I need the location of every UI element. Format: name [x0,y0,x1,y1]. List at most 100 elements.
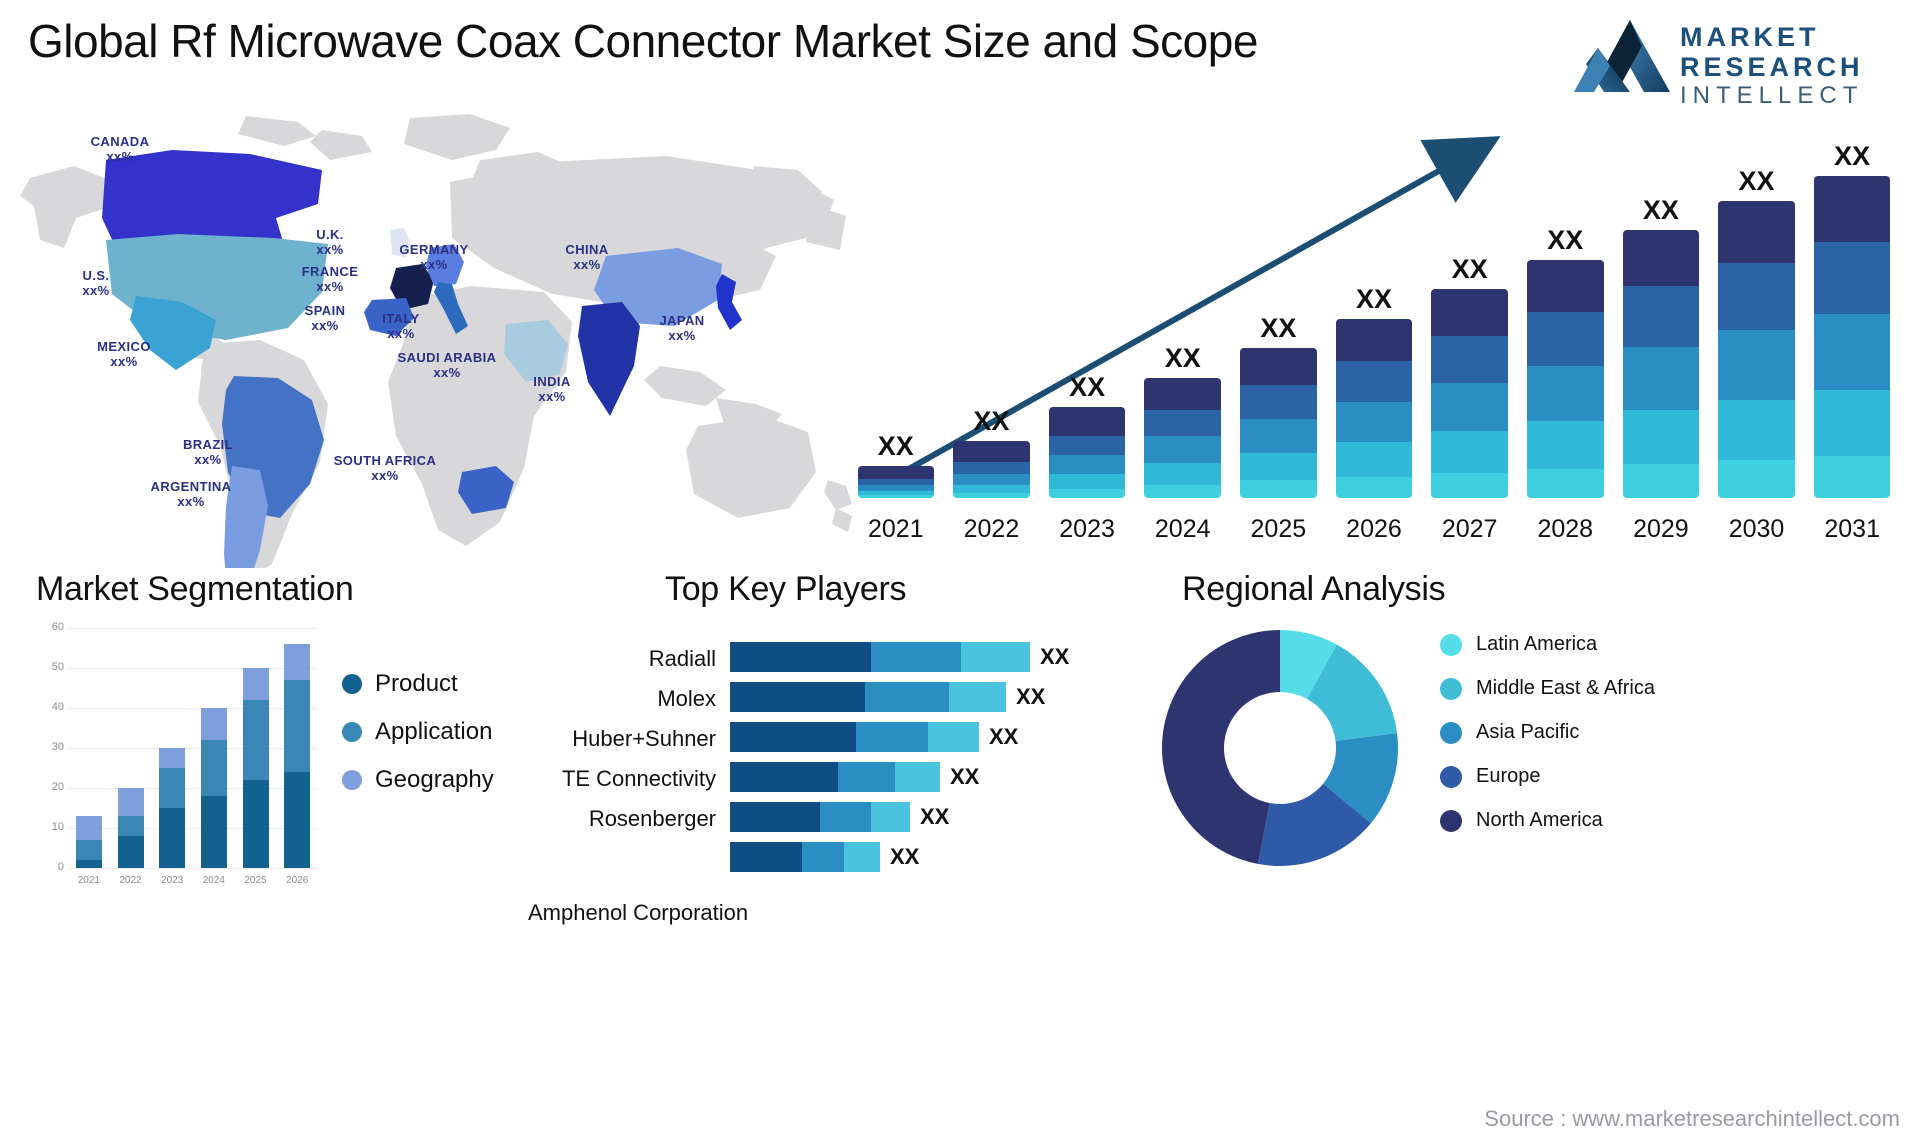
donut-slice-north-america [1162,630,1280,864]
growth-bar-segment [1431,336,1508,384]
regional-legend-label: Europe [1476,765,1541,787]
seg-gridline [68,748,318,749]
map-label-name: CHINA [565,242,609,257]
growth-bar-segment [953,440,1030,462]
map-label-name: CANADA [90,134,150,149]
growth-bar-segment [1431,288,1508,337]
seg-bar [117,788,144,868]
seg-x-tick: 2026 [286,875,309,886]
map-label-canada: CANADA xx% [91,134,150,164]
growth-bar-segment [1144,410,1221,437]
regional-legend-swatch [1440,766,1462,788]
growth-bar-segment [1144,484,1221,498]
growth-bar [1048,407,1126,498]
seg-y-tick: 50 [51,661,64,673]
map-label-name: MEXICO [97,339,151,354]
growth-bar-segment [1527,260,1604,312]
growth-bar-value: XX [1260,312,1297,343]
seg-y-tick: 10 [51,821,64,833]
growth-bar-segment [857,495,935,498]
seg-gridline [68,828,318,829]
player-bar-segment [928,722,979,752]
growth-bar [1335,319,1413,498]
source-note: Source : www.marketresearchintellect.com [1484,1106,1900,1131]
player-name: Radiall [648,646,716,671]
growth-bar-segment [1240,385,1317,419]
growth-bar-segment [1431,383,1508,432]
growth-bar-segment [1718,460,1795,498]
player-name: Molex [657,686,716,711]
regional-legend-swatch [1440,722,1462,744]
growth-bar-segment [1622,410,1700,465]
brand-line-3: INTELLECT [1680,82,1864,109]
growth-bar-value: XX [1355,284,1392,315]
growth-bar-year: 2029 [1633,515,1689,543]
player-bar-segment [730,762,838,792]
map-label-name: U.S. [82,268,110,283]
player-bar-segment [802,842,844,872]
seg-gridline [68,628,318,629]
growth-bar-year: 2021 [868,515,924,543]
market-segmentation-panel: Market Segmentation 0 10 20 30 40 50 60 2021 202… [20,570,520,910]
growth-bar-segment [1048,473,1126,489]
growth-bar-segment [1527,311,1604,366]
player-bar-segment [856,722,928,752]
regional-analysis-panel: Regional Analysis Latin America Middle Ea… [1160,570,1910,910]
seg-legend-item: Application [342,718,494,746]
growth-bar-value: XX [877,430,914,461]
player-bar-segment [730,802,820,832]
seg-gridline [68,868,318,869]
map-label-germany: GERMANY xx% [399,242,468,272]
seg-bar-segment [200,796,227,868]
growth-bar-value: XX [1547,225,1584,256]
seg-bar-segment [284,680,311,772]
seg-y-tick: 30 [51,741,64,753]
seg-y-tick: 60 [51,621,64,633]
seg-bar-segment [284,772,311,868]
growth-bar-segment [1048,455,1126,474]
growth-bar-segment [1718,400,1795,461]
regional-legend-swatch [1440,810,1462,832]
growth-bar-segment [1527,468,1604,498]
growth-bar-value: XX [1738,166,1775,197]
player-bar [730,762,940,792]
growth-bar-segment [1431,431,1508,473]
regional-legend-item: Middle East & Africa [1440,676,1655,700]
map-label-value: xx% [371,468,399,483]
player-name: Rosenberger [588,806,716,831]
growth-bar-year: 2030 [1728,515,1785,543]
player-bar-value: XX [1016,684,1046,709]
player-bar-segment [949,682,1006,712]
growth-bar-segment [1622,230,1700,287]
map-label-italy: ITALY xx% [382,311,419,341]
seg-bar-segment [159,748,186,769]
player-bar-segment [895,762,940,792]
player-bar-value: XX [989,724,1019,749]
map-label-name: ARGENTINA [150,479,232,494]
growth-bar [953,440,1030,498]
growth-bar-segment [857,478,935,486]
player-bar [730,722,979,752]
growth-bar [1718,201,1795,498]
growth-bar-segment [1240,480,1317,498]
seg-bar-segment [117,788,144,816]
growth-bar-segment [857,466,935,479]
map-label-u-s-: U.S. xx% [82,268,109,298]
map-label-value: xx% [311,318,339,333]
growth-bar-segment [1813,455,1891,498]
growth-bar-segment [953,473,1030,485]
map-label-argentina: ARGENTINA xx% [151,479,232,509]
growth-bar-segment [953,492,1030,498]
map-label-name: GERMANY [399,242,469,257]
world-map-svg [20,114,852,600]
seg-gridline [68,708,318,709]
player-bar-value: XX [920,804,950,829]
player-bar [730,682,1006,712]
map-label-value: xx% [668,328,696,343]
seg-bar-segment [242,668,269,700]
seg-bar [159,748,186,868]
growth-bar-segment [953,461,1030,474]
map-label-france: FRANCE xx% [302,264,359,294]
seg-x-tick: 2025 [244,875,267,886]
growth-bar-value: XX [973,405,1010,436]
